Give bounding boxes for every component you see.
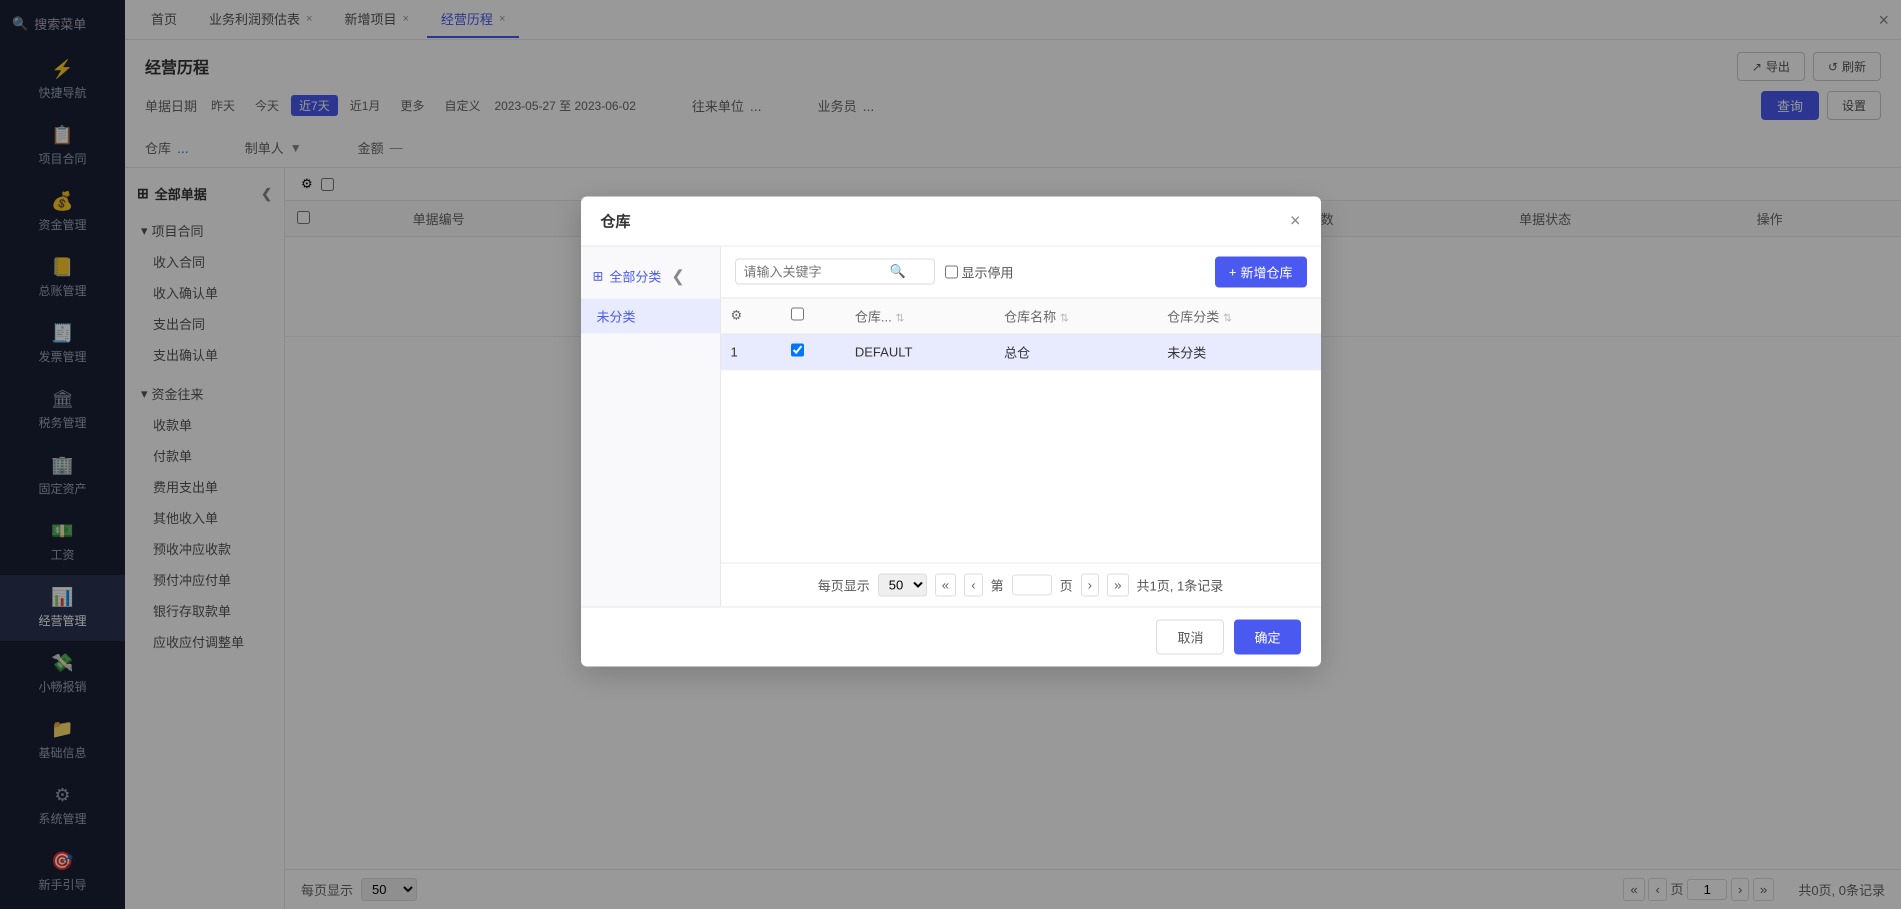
show-disabled-text: 显示停用 [962, 262, 1014, 281]
modal-left-header[interactable]: ⊞ 全部分类 ❮ [581, 254, 720, 298]
modal-search-input[interactable] [744, 264, 884, 279]
grid-icon-modal: ⊞ [593, 268, 604, 284]
row-code: DEFAULT [845, 334, 994, 370]
row-select-checkbox[interactable] [791, 344, 804, 357]
modal-search-icon: 🔍 [890, 264, 906, 280]
modal-right-panel: 🔍 显示停用 + 新增仓库 ⚙ 仓库... ⇅ [721, 246, 1321, 606]
modal-select-all[interactable] [791, 308, 804, 321]
modal-total-info: 共1页, 1条记录 [1137, 575, 1224, 594]
modal-pagination: 每页显示 50 « ‹ 第 1 页 › » 共1页, 1条记录 [721, 562, 1321, 606]
unclassified-label: 未分类 [597, 309, 636, 324]
sort-icon-category: ⇅ [1223, 312, 1232, 324]
modal-footer: 取消 确定 [581, 606, 1321, 666]
modal-last-page-btn[interactable]: » [1107, 573, 1128, 596]
th-warehouse-category: 仓库分类 ⇅ [1157, 298, 1320, 334]
show-disabled-label[interactable]: 显示停用 [945, 262, 1014, 281]
plus-icon: + [1229, 264, 1237, 279]
th-warehouse-name: 仓库名称 ⇅ [994, 298, 1157, 334]
modal-left-panel: ⊞ 全部分类 ❮ 未分类 [581, 246, 721, 606]
modal-close-button[interactable]: × [1290, 210, 1301, 231]
row-index: 1 [721, 334, 782, 370]
add-warehouse-label: 新增仓库 [1240, 262, 1292, 281]
modal-body: ⊞ 全部分类 ❮ 未分类 🔍 显示停用 + 新增仓 [581, 246, 1321, 606]
modal-per-page-select[interactable]: 50 [878, 573, 927, 596]
modal-collapse-button[interactable]: ❮ [667, 262, 688, 290]
modal-table: ⚙ 仓库... ⇅ 仓库名称 ⇅ 仓库分类 ⇅ 1 DEFAULT 总仓 [721, 298, 1321, 562]
modal-title: 仓库 [601, 210, 631, 231]
row-checkbox [781, 334, 844, 370]
modal-page-number-input[interactable]: 1 [1012, 574, 1052, 595]
th-warehouse-code: 仓库... ⇅ [845, 298, 994, 334]
modal-page-label: 第 [991, 575, 1004, 594]
modal-toolbar: 🔍 显示停用 + 新增仓库 [721, 246, 1321, 298]
modal-left-item-unclassified[interactable]: 未分类 [581, 298, 720, 333]
modal-next-label: 页 [1060, 575, 1073, 594]
modal-search-wrap: 🔍 [735, 259, 935, 285]
modal-cancel-button[interactable]: 取消 [1156, 619, 1224, 654]
warehouse-table-row[interactable]: 1 DEFAULT 总仓 未分类 [721, 334, 1321, 370]
row-name: 总仓 [994, 334, 1157, 370]
th-settings-icon: ⚙ [721, 298, 782, 334]
modal-confirm-button[interactable]: 确定 [1234, 619, 1300, 654]
modal-all-label: 全部分类 [609, 267, 661, 286]
modal-next-page-btn[interactable]: › [1081, 573, 1099, 596]
warehouse-modal: 仓库 × ⊞ 全部分类 ❮ 未分类 🔍 显示停用 [581, 196, 1321, 666]
row-category: 未分类 [1157, 334, 1320, 370]
modal-first-page-btn[interactable]: « [935, 573, 956, 596]
th-modal-checkbox [781, 298, 844, 334]
add-warehouse-button[interactable]: + 新增仓库 [1215, 256, 1307, 287]
modal-per-page-label: 每页显示 [818, 575, 870, 594]
show-disabled-checkbox[interactable] [945, 265, 958, 278]
modal-header: 仓库 × [581, 196, 1321, 246]
warehouse-table-header: ⚙ 仓库... ⇅ 仓库名称 ⇅ 仓库分类 ⇅ [721, 298, 1321, 334]
sort-icon-code: ⇅ [895, 312, 904, 324]
warehouse-table: ⚙ 仓库... ⇅ 仓库名称 ⇅ 仓库分类 ⇅ 1 DEFAULT 总仓 [721, 298, 1321, 370]
sort-icon-name: ⇅ [1060, 312, 1069, 324]
modal-prev-page-btn[interactable]: ‹ [964, 573, 982, 596]
